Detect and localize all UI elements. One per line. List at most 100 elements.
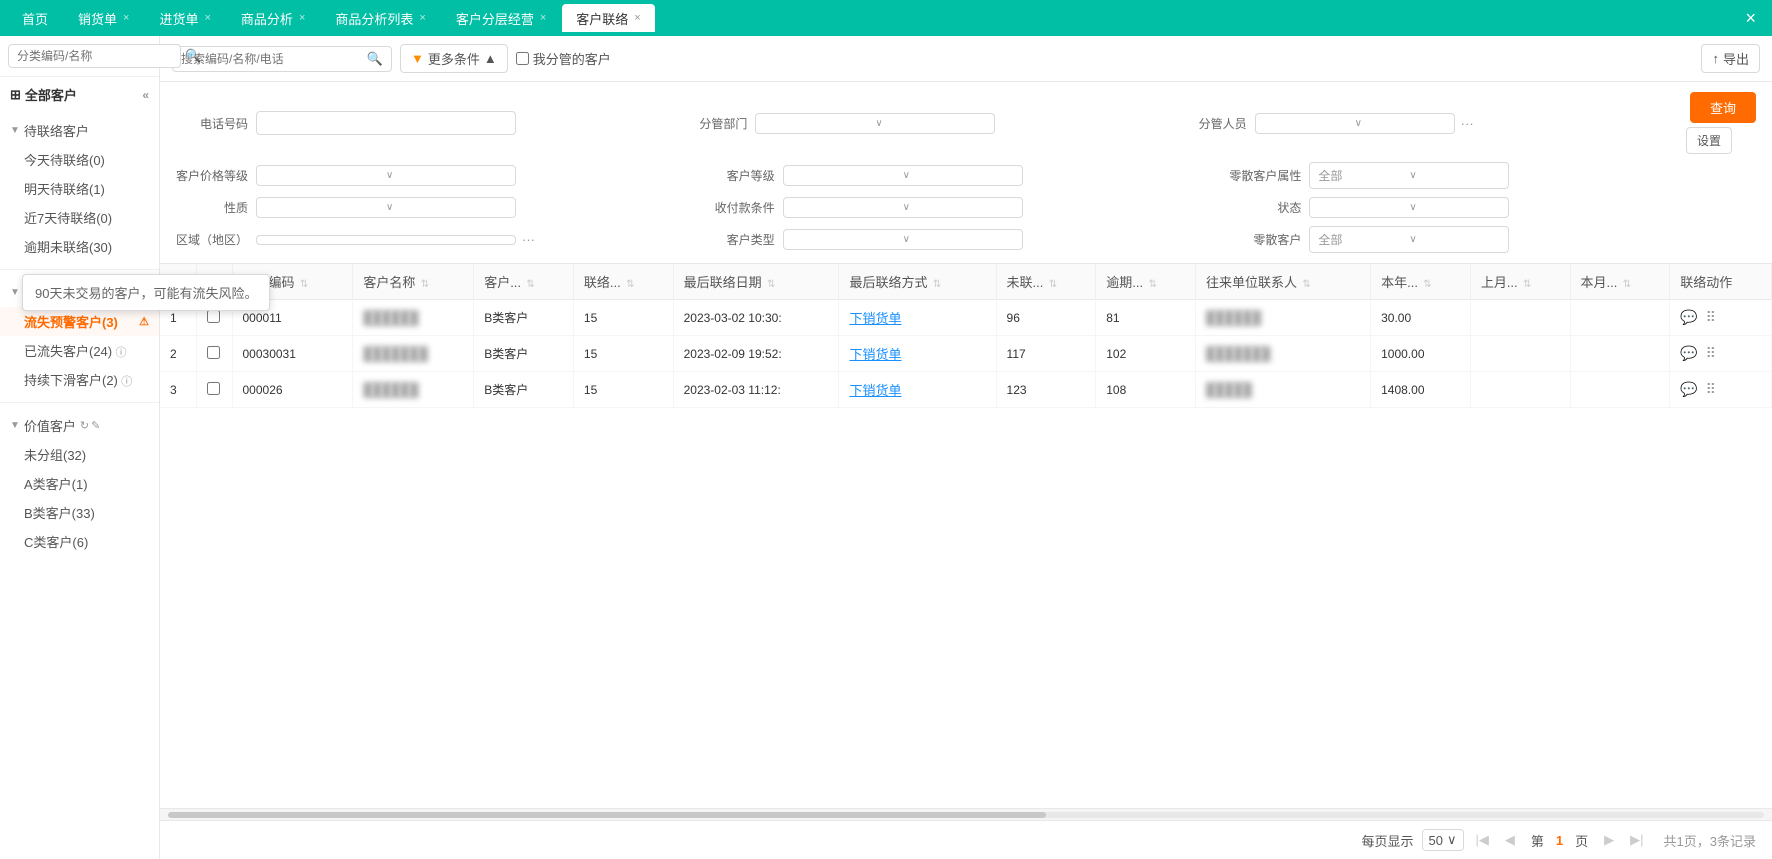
page-size-select[interactable]: 50 ∨ — [1422, 829, 1464, 851]
th-contact-count: 联络... ⇅ — [573, 264, 673, 300]
next-page-button[interactable]: ▶ — [1600, 830, 1618, 850]
region-label: 区域（地区） — [176, 231, 256, 248]
sidebar-item-churned[interactable]: 已流失客户(24) ⓘ — [0, 336, 159, 365]
gender-select[interactable]: ∨ — [256, 197, 516, 218]
more-conditions-button[interactable]: ▼ 更多条件 ▲ — [400, 44, 508, 73]
tab-customer-layer[interactable]: 客户分层经营 × — [442, 4, 560, 32]
sort-icon-unlink[interactable]: ⇅ — [1049, 279, 1057, 290]
phone-input[interactable] — [256, 111, 516, 135]
settings-button[interactable]: 设置 — [1686, 127, 1732, 154]
region-select[interactable] — [256, 235, 516, 245]
refresh-icon[interactable]: ↻ — [80, 419, 89, 432]
sort-icon-level[interactable]: ⇅ — [526, 279, 534, 290]
price-level-label: 客户价格等级 — [176, 167, 256, 184]
sidebar-item-overdue[interactable]: 逾期未联络(30) — [0, 232, 159, 261]
sidebar-item-7days[interactable]: 近7天待联络(0) — [0, 203, 159, 232]
sidebar-item-declining[interactable]: 持续下滑客户(2) ⓘ — [0, 365, 159, 394]
export-button[interactable]: ↑ 导出 — [1701, 44, 1760, 73]
scrollbar-thumb[interactable] — [168, 812, 1046, 818]
tab-product-analysis[interactable]: 商品分析 × — [227, 4, 319, 32]
tab-close-purchase[interactable]: × — [204, 12, 210, 24]
tab-close-product-analysis[interactable]: × — [299, 12, 305, 24]
th-action: 联络动作 — [1670, 264, 1772, 300]
page-of-label: 页 — [1575, 831, 1588, 850]
sidebar-group-pending: ▼ 待联络客户 今天待联络(0) 明天待联络(1) 近7天待联络(0) 逾期未联… — [0, 112, 159, 265]
sort-icon-contact-person[interactable]: ⇅ — [1302, 279, 1310, 290]
row1-select[interactable] — [207, 310, 220, 323]
edit-icon[interactable]: ✎ — [91, 419, 100, 432]
zero-customer-label: 零散客户 — [1229, 231, 1309, 248]
row2-last-method-link[interactable]: 下销货单 — [849, 347, 901, 362]
query-button[interactable]: 查询 — [1690, 92, 1756, 123]
group-title-pending[interactable]: ▼ 待联络客户 — [0, 116, 159, 145]
tab-purchase[interactable]: 进货单 × — [145, 4, 224, 32]
sort-icon-method[interactable]: ⇅ — [933, 279, 941, 290]
group-title-value[interactable]: ▼ 价值客户 ↻ ✎ — [0, 411, 159, 440]
sidebar-item-class-b[interactable]: B类客户(33) — [0, 498, 159, 527]
tab-customer-contact[interactable]: 客户联络 × — [562, 4, 654, 32]
staff-select[interactable]: ∨ — [1255, 113, 1455, 134]
tab-close-sales[interactable]: × — [123, 12, 129, 24]
prev-page-button[interactable]: ◀ — [1501, 830, 1519, 850]
region-dots[interactable]: ··· — [516, 232, 541, 247]
sort-icon-last-month[interactable]: ⇅ — [1523, 279, 1531, 290]
sort-icon-this-year[interactable]: ⇅ — [1423, 279, 1431, 290]
zero-customer-select[interactable]: 全部∨ — [1309, 226, 1509, 253]
my-customers-checkbox[interactable] — [516, 52, 529, 65]
search-input[interactable] — [181, 52, 367, 66]
payment-select[interactable]: ∨ — [783, 197, 1023, 218]
zero-attr-select[interactable]: 全部∨ — [1309, 162, 1509, 189]
per-page-value: 50 — [1429, 833, 1443, 848]
tab-close-customer-layer[interactable]: × — [540, 12, 546, 24]
sort-icon-overdue[interactable]: ⇅ — [1148, 279, 1156, 290]
search-icon[interactable]: 🔍 — [367, 51, 383, 67]
last-page-button[interactable]: ▶| — [1626, 830, 1647, 850]
tab-close-customer-contact[interactable]: × — [634, 12, 640, 24]
horizontal-scrollbar[interactable] — [160, 808, 1772, 820]
tab-close-product-list[interactable]: × — [419, 12, 425, 24]
sidebar-item-tomorrow[interactable]: 明天待联络(1) — [0, 174, 159, 203]
sort-icon-contact[interactable]: ⇅ — [626, 279, 634, 290]
category-search-input[interactable] — [8, 44, 181, 68]
row1-more-icon[interactable]: ⠿ — [1706, 309, 1716, 326]
row3-select[interactable] — [207, 382, 220, 395]
tab-product-list[interactable]: 商品分析列表 × — [321, 4, 439, 32]
row2-more-icon[interactable]: ⠿ — [1706, 345, 1716, 362]
row3-last-method-link[interactable]: 下销货单 — [849, 383, 901, 398]
row2-chat-icon[interactable]: 💬 — [1680, 345, 1697, 362]
window-close-button[interactable]: × — [1737, 8, 1764, 29]
page-label: 第 — [1531, 831, 1544, 850]
sort-icon-code[interactable]: ⇅ — [300, 279, 308, 290]
row3-chat-icon[interactable]: 💬 — [1680, 381, 1697, 398]
category-search-icon[interactable]: 🔍 — [185, 48, 201, 64]
sort-icon-this-month[interactable]: ⇅ — [1623, 279, 1631, 290]
collapse-icon[interactable]: « — [142, 88, 149, 102]
sort-icon-name[interactable]: ⇅ — [421, 279, 429, 290]
sidebar-item-class-c[interactable]: C类客户(6) — [0, 527, 159, 556]
staff-dots[interactable]: ··· — [1455, 116, 1480, 131]
row1-last-method-link[interactable]: 下销货单 — [849, 311, 901, 326]
row2-select[interactable] — [207, 346, 220, 359]
sidebar-item-churn-warning[interactable]: 流失预警客户(3) ⚠ — [0, 307, 159, 336]
customer-type-select[interactable]: ∨ — [783, 229, 1023, 250]
first-page-button[interactable]: |◀ — [1472, 830, 1493, 850]
row3-more-icon[interactable]: ⠿ — [1706, 381, 1716, 398]
filter-bar: 🔍 ▼ 更多条件 ▲ 我分管的客户 ↑ 导出 — [160, 36, 1772, 82]
sort-icon-date[interactable]: ⇅ — [767, 279, 775, 290]
sidebar-item-today[interactable]: 今天待联络(0) — [0, 145, 159, 174]
sidebar-item-unclassified[interactable]: 未分组(32) — [0, 440, 159, 469]
sidebar-group-value: ▼ 价值客户 ↻ ✎ 未分组(32) A类客户(1) B类客户(33) C类客户… — [0, 407, 159, 560]
status-select[interactable]: ∨ — [1309, 197, 1509, 218]
row2-last-date: 2023-02-09 19:52: — [673, 336, 839, 372]
row2-index: 2 — [160, 336, 196, 372]
row1-chat-icon[interactable]: 💬 — [1680, 309, 1697, 326]
customer-level-select[interactable]: ∨ — [783, 165, 1023, 186]
all-customers-header[interactable]: ⊞ 全部客户 « — [0, 77, 159, 112]
dept-select[interactable]: ∨ — [755, 113, 995, 134]
content-area: 🔍 ▼ 更多条件 ▲ 我分管的客户 ↑ 导出 电话号码 — [160, 36, 1772, 859]
sidebar-item-class-a[interactable]: A类客户(1) — [0, 469, 159, 498]
tab-home[interactable]: 首页 — [8, 4, 62, 32]
tab-sales[interactable]: 销货单 × — [64, 4, 143, 32]
price-level-select[interactable]: ∨ — [256, 165, 516, 186]
table-container: ⚙ 客户编码 ⇅ 客户名称 ⇅ — [160, 264, 1772, 808]
